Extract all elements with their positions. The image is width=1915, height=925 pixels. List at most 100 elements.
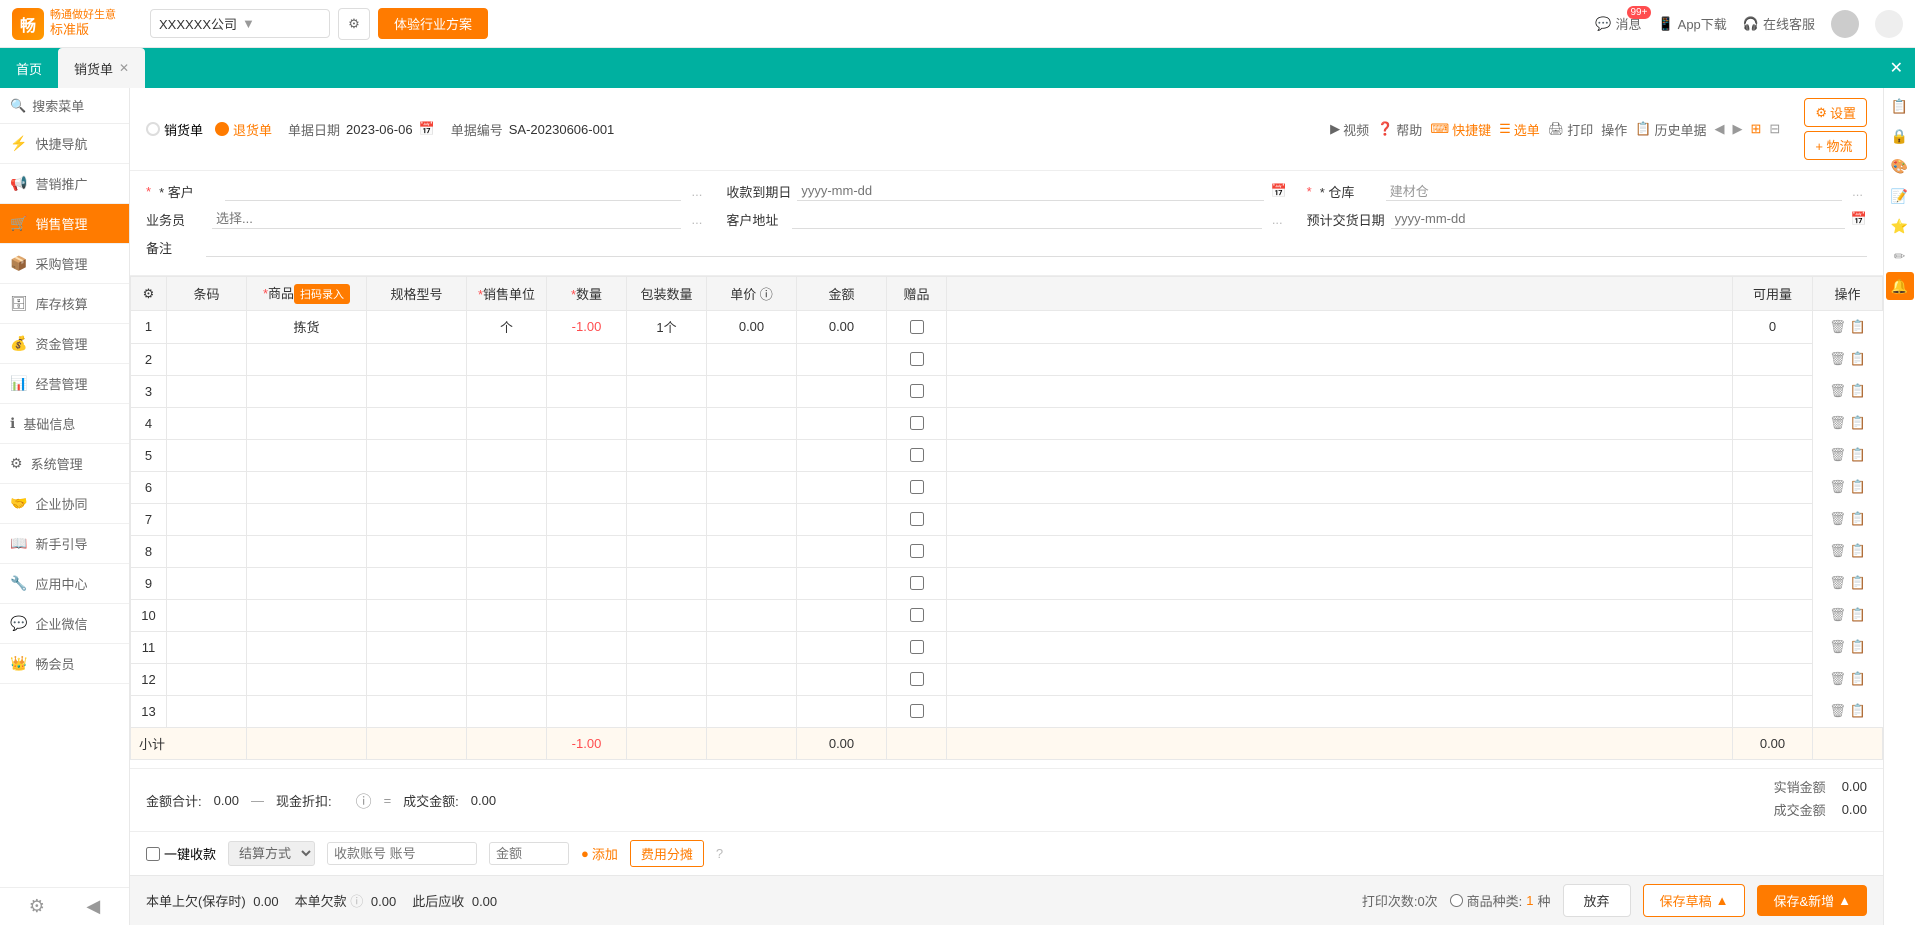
history-action[interactable]: 📋 历史单据: [1635, 120, 1706, 139]
cell-packqty[interactable]: [627, 567, 707, 599]
prev-icon[interactable]: ◀: [1715, 121, 1725, 137]
cell-amount[interactable]: 0.00: [797, 311, 887, 344]
cell-spec[interactable]: [367, 471, 467, 503]
delete-icon[interactable]: 🗑: [1829, 479, 1846, 495]
cell-packqty[interactable]: 1个: [627, 311, 707, 344]
cell-desc[interactable]: [947, 311, 1733, 344]
cell-product[interactable]: [247, 471, 367, 503]
cell-price[interactable]: [707, 471, 797, 503]
gift-checkbox[interactable]: [910, 608, 924, 622]
copy-icon[interactable]: 📋: [1850, 319, 1866, 335]
cell-product[interactable]: [247, 567, 367, 599]
sidebar-search[interactable]: 🔍 搜索菜单: [0, 88, 129, 124]
cell-gift[interactable]: [887, 407, 947, 439]
cell-spec[interactable]: [367, 407, 467, 439]
cell-qty[interactable]: [547, 343, 627, 375]
cell-packqty[interactable]: [627, 663, 707, 695]
cell-price[interactable]: [707, 567, 797, 599]
cell-qty[interactable]: -1.00: [547, 311, 627, 344]
online-service-button[interactable]: 🎧 在线客服: [1743, 14, 1815, 33]
cell-desc[interactable]: [947, 407, 1733, 439]
avatar[interactable]: [1831, 10, 1859, 38]
sidebar-item-basic-info[interactable]: ℹ 基础信息: [0, 404, 129, 444]
calendar-icon[interactable]: 📅: [419, 121, 435, 137]
cell-product[interactable]: [247, 439, 367, 471]
cell-desc[interactable]: [947, 663, 1733, 695]
cell-barcode[interactable]: [167, 311, 247, 344]
payment-method-select[interactable]: 结算方式: [228, 841, 315, 866]
cell-amount[interactable]: [797, 375, 887, 407]
sidebar-item-system[interactable]: ⚙ 系统管理: [0, 444, 129, 484]
cell-price[interactable]: [707, 503, 797, 535]
gift-checkbox[interactable]: [910, 320, 924, 334]
company-selector[interactable]: XXXXXX公司 ▼: [150, 9, 330, 38]
cell-price[interactable]: [707, 343, 797, 375]
cell-gift[interactable]: [887, 375, 947, 407]
cell-qty[interactable]: [547, 567, 627, 599]
gift-checkbox[interactable]: [910, 512, 924, 526]
sidebar-item-cooperation[interactable]: 🤝 企业协同: [0, 484, 129, 524]
app-download-button[interactable]: 📱 App下载: [1657, 14, 1726, 33]
cell-price[interactable]: [707, 439, 797, 471]
gift-checkbox[interactable]: [910, 352, 924, 366]
calendar-icon-expected[interactable]: 📅: [1851, 211, 1867, 227]
cell-qty[interactable]: [547, 535, 627, 567]
gift-checkbox[interactable]: [910, 640, 924, 654]
close-tab-icon[interactable]: ✕: [119, 61, 129, 75]
cell-price[interactable]: [707, 695, 797, 728]
amount-input[interactable]: [489, 842, 569, 865]
calc-button[interactable]: ⓘ: [356, 788, 372, 812]
gift-checkbox[interactable]: [910, 480, 924, 494]
due-date-input[interactable]: [797, 181, 1264, 201]
cell-product[interactable]: [247, 695, 367, 728]
cell-qty[interactable]: [547, 471, 627, 503]
cell-spec[interactable]: [367, 535, 467, 567]
cell-unit[interactable]: [467, 503, 547, 535]
cell-packqty[interactable]: [627, 631, 707, 663]
cell-barcode[interactable]: [167, 695, 247, 728]
copy-icon[interactable]: 📋: [1850, 671, 1866, 687]
cell-spec[interactable]: [367, 375, 467, 407]
rs-star-icon[interactable]: ⭐: [1886, 212, 1914, 240]
cell-gift[interactable]: [887, 535, 947, 567]
sidebar-item-app-center[interactable]: 🔧 应用中心: [0, 564, 129, 604]
save-draft-button[interactable]: 保存草稿 ▲: [1643, 884, 1746, 917]
sidebar-item-member[interactable]: 👑 畅会员: [0, 644, 129, 684]
cell-amount[interactable]: [797, 663, 887, 695]
account-input[interactable]: [327, 842, 477, 865]
cell-unit[interactable]: [467, 407, 547, 439]
addr-dots[interactable]: ...: [1268, 212, 1287, 227]
grid-view-icon[interactable]: ⊞: [1751, 121, 1762, 137]
sidebar-item-quick-nav[interactable]: ⚡ 快捷导航: [0, 124, 129, 164]
cell-unit[interactable]: [467, 599, 547, 631]
cell-packqty[interactable]: [627, 471, 707, 503]
cell-unit[interactable]: [467, 343, 547, 375]
delete-icon[interactable]: 🗑: [1829, 383, 1846, 399]
cell-product[interactable]: [247, 407, 367, 439]
question-debit[interactable]: ⓘ: [350, 894, 363, 909]
cell-barcode[interactable]: [167, 535, 247, 567]
customer-input[interactable]: [225, 181, 681, 201]
one-click-payment[interactable]: 一键收款: [146, 844, 216, 863]
cell-spec[interactable]: [367, 599, 467, 631]
cell-desc[interactable]: [947, 567, 1733, 599]
sidebar-item-guide[interactable]: 📖 新手引导: [0, 524, 129, 564]
radio-return-order[interactable]: 退货单: [215, 120, 272, 139]
th-unit[interactable]: *销售单位: [467, 277, 547, 311]
salesperson-input[interactable]: [212, 209, 681, 229]
cell-barcode[interactable]: [167, 567, 247, 599]
cell-desc[interactable]: [947, 343, 1733, 375]
copy-icon[interactable]: 📋: [1850, 447, 1866, 463]
cell-barcode[interactable]: [167, 375, 247, 407]
delete-icon[interactable]: 🗑: [1829, 607, 1846, 623]
cell-packqty[interactable]: [627, 695, 707, 728]
cell-desc[interactable]: [947, 375, 1733, 407]
cell-unit[interactable]: [467, 567, 547, 599]
sidebar-item-wechat[interactable]: 💬 企业微信: [0, 604, 129, 644]
copy-icon[interactable]: 📋: [1850, 639, 1866, 655]
cell-gift[interactable]: [887, 695, 947, 728]
copy-icon[interactable]: 📋: [1850, 415, 1866, 431]
video-action[interactable]: ▶ 视频: [1330, 120, 1369, 139]
cell-amount[interactable]: [797, 695, 887, 728]
cell-qty[interactable]: [547, 407, 627, 439]
